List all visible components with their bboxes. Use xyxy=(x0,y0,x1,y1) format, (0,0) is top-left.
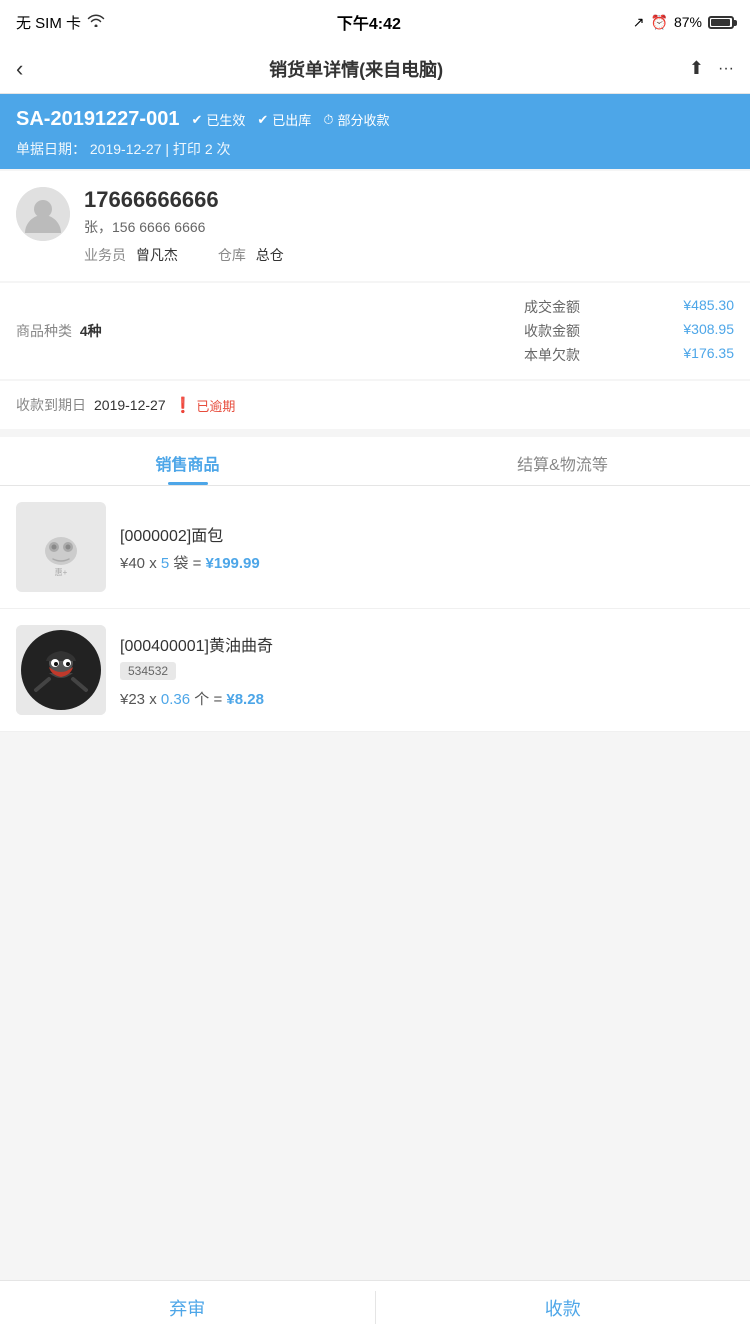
sales-label: 业务员 xyxy=(84,247,126,263)
due-date-section: 收款到期日 2019-12-27 ❗ 已逾期 xyxy=(0,381,750,429)
svg-text:惠+: 惠+ xyxy=(55,567,68,577)
product-qty-1: 5 xyxy=(161,555,169,572)
nav-left: ‹ xyxy=(16,56,23,82)
deal-amount-value: ¥485.30 xyxy=(683,297,734,317)
product-item: 惠+ [0000002]面包 ¥40 x 5 袋 = ¥199.99 xyxy=(0,486,750,609)
product-price-2: ¥23 x 0.36 个 = ¥8.28 xyxy=(120,688,734,709)
summary-row: 商品种类 4种 成交金额 ¥485.30 收款金额 ¥308.95 本单欠款 ¥… xyxy=(16,297,734,365)
print-unit: 次 xyxy=(217,141,231,157)
product-type: 商品种类 4种 xyxy=(16,321,102,341)
product-price-1: ¥40 x 5 袋 = ¥199.99 xyxy=(120,552,734,573)
product-item-2: [000400001]黄油曲奇 534532 ¥23 x 0.36 个 = ¥8… xyxy=(0,609,750,732)
badge-active: ✔ 已生效 xyxy=(191,110,245,129)
status-bar: 无 SIM 卡 下午4:42 ↗ ⏰ 87% xyxy=(0,0,750,44)
received-amount-row: 收款金额 ¥308.95 xyxy=(524,321,734,341)
banner-date-row: 单据日期： 2019-12-27 | 打印 2 次 xyxy=(16,139,734,159)
owed-amount-row: 本单欠款 ¥176.35 xyxy=(524,345,734,365)
product-qty-2: 0.36 xyxy=(161,691,190,708)
sales-name: 曾凡杰 xyxy=(136,247,178,263)
wifi-icon xyxy=(87,13,105,31)
product-total-1: ¥199.99 xyxy=(206,555,260,572)
customer-phone: 17666666666 xyxy=(84,187,734,213)
status-carrier-area: 无 SIM 卡 xyxy=(16,12,105,33)
due-label: 收款到期日 xyxy=(16,395,86,415)
banner-row1: SA-20191227-001 ✔ 已生效 ✔ 已出库 ⏱ 部分收款 xyxy=(16,108,734,131)
status-time: 下午4:42 xyxy=(337,10,401,34)
avatar xyxy=(16,187,70,241)
overdue-icon: ❗ xyxy=(174,396,193,414)
product-type-count: 4种 xyxy=(80,323,102,339)
carrier-text: 无 SIM 卡 xyxy=(16,12,81,33)
warehouse-name: 总仓 xyxy=(256,247,284,263)
product-tag-2: 534532 xyxy=(120,662,176,680)
product-name-2: [000400001]黄油曲奇 xyxy=(120,632,734,656)
thumb-placeholder-1: 惠+ xyxy=(16,502,106,592)
nav-title: 销货单详情(来自电脑) xyxy=(269,56,443,82)
customer-info: 17666666666 张，156 6666 6666 业务员 曾凡杰 仓库 总… xyxy=(84,187,734,265)
alarm-icon: ⏰ xyxy=(651,14,668,31)
customer-section: 17666666666 张，156 6666 6666 业务员 曾凡杰 仓库 总… xyxy=(0,171,750,281)
check-icon2: ✔ xyxy=(257,112,268,128)
deal-amount-row: 成交金额 ¥485.30 xyxy=(524,297,734,317)
location-icon: ↗ xyxy=(633,14,645,31)
nav-right: ⬆ ··· xyxy=(689,58,734,79)
badge-shipped: ✔ 已出库 xyxy=(257,110,311,129)
due-date: 2019-12-27 xyxy=(94,397,166,413)
order-id: SA-20191227-001 xyxy=(16,108,179,131)
deal-amount-label: 成交金额 xyxy=(524,297,580,317)
more-button[interactable]: ··· xyxy=(718,60,734,78)
confirm-button[interactable]: 收款 xyxy=(376,1281,750,1334)
product-type-label: 商品种类 xyxy=(16,323,72,339)
date-label: 单据日期： xyxy=(16,141,86,157)
back-button[interactable]: ‹ xyxy=(16,56,23,82)
received-label: 收款金额 xyxy=(524,321,580,341)
bottom-spacer xyxy=(0,732,750,786)
order-date: 2019-12-27 xyxy=(90,141,162,157)
battery-percent: 87% xyxy=(674,14,702,30)
print-count: 2 xyxy=(205,141,213,157)
overdue-badge: ❗ 已逾期 xyxy=(174,396,236,415)
tab-products[interactable]: 销售商品 xyxy=(0,437,375,485)
product-info-2: [000400001]黄油曲奇 534532 ¥23 x 0.36 个 = ¥8… xyxy=(120,632,734,709)
amounts: 成交金额 ¥485.30 收款金额 ¥308.95 本单欠款 ¥176.35 xyxy=(524,297,734,365)
product-info-1: [0000002]面包 ¥40 x 5 袋 = ¥199.99 xyxy=(120,522,734,573)
product-name-1: [0000002]面包 xyxy=(120,522,734,546)
owed-label: 本单欠款 xyxy=(524,345,580,365)
nav-bar: ‹ 销货单详情(来自电脑) ⬆ ··· xyxy=(0,44,750,94)
product-code-1: [0000002] xyxy=(120,528,191,545)
status-right-area: ↗ ⏰ 87% xyxy=(633,14,734,31)
print-label: | 打印 xyxy=(165,141,204,157)
badge-partial: ⏱ 部分收款 xyxy=(323,110,389,129)
overdue-text: 已逾期 xyxy=(196,396,235,415)
bottom-bar: 弃审 收款 xyxy=(0,1280,750,1334)
header-banner: SA-20191227-001 ✔ 已生效 ✔ 已出库 ⏱ 部分收款 单据日期：… xyxy=(0,94,750,169)
thumb-placeholder-2 xyxy=(16,625,106,715)
product-list: 惠+ [0000002]面包 ¥40 x 5 袋 = ¥199.99 xyxy=(0,486,750,732)
owed-value: ¥176.35 xyxy=(683,345,734,365)
received-value: ¥308.95 xyxy=(683,321,734,341)
customer-name: 张，156 6666 6666 xyxy=(84,217,734,237)
tabs-section: 销售商品 结算&物流等 惠+ xyxy=(0,437,750,732)
warehouse-label: 仓库 xyxy=(218,247,246,263)
warehouse: 仓库 总仓 xyxy=(218,245,284,265)
share-button[interactable]: ⬆ xyxy=(689,58,704,79)
check-icon1: ✔ xyxy=(191,112,202,128)
summary-section: 商品种类 4种 成交金额 ¥485.30 收款金额 ¥308.95 本单欠款 ¥… xyxy=(0,283,750,379)
battery-icon xyxy=(708,16,734,29)
product-code-2: [000400001] xyxy=(120,638,209,655)
sales-person: 业务员 曾凡杰 xyxy=(84,245,178,265)
product-thumbnail-1: 惠+ xyxy=(16,502,106,592)
cancel-button[interactable]: 弃审 xyxy=(0,1281,375,1334)
product-thumbnail-2 xyxy=(16,625,106,715)
tabs-header: 销售商品 结算&物流等 xyxy=(0,437,750,486)
tab-settlement[interactable]: 结算&物流等 xyxy=(375,437,750,485)
product-total-2: ¥8.28 xyxy=(226,691,264,708)
clock-icon: ⏱ xyxy=(323,112,333,128)
customer-meta: 业务员 曾凡杰 仓库 总仓 xyxy=(84,245,734,265)
